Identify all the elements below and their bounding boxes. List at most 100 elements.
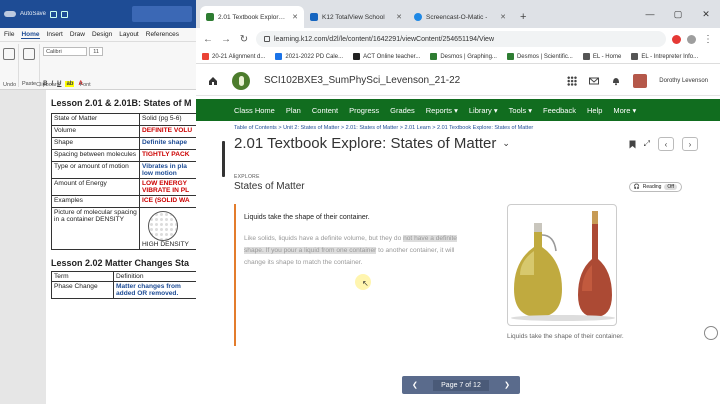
side-panel-toggle[interactable]	[704, 326, 718, 340]
paste-icon[interactable]	[23, 48, 36, 60]
font-name-select[interactable]: Calibri	[43, 47, 88, 56]
home-icon[interactable]	[208, 76, 218, 86]
previous-page-button[interactable]: ❮	[412, 381, 418, 389]
menu-insert[interactable]: Insert	[47, 31, 63, 38]
bookmark-item[interactable]: Desmos | Graphing...	[430, 53, 497, 60]
minimize-icon[interactable]: —	[636, 9, 664, 19]
fullscreen-icon[interactable]: ⤢	[644, 139, 650, 149]
bookmark-item[interactable]: 2021-2022 PD Cale...	[275, 53, 343, 60]
bookmark-item[interactable]: EL - Intrepreter Info...	[631, 53, 698, 60]
tab-textbook-explore[interactable]: 2.01 Textbook Explore: States of ✕	[200, 6, 304, 28]
avatar[interactable]	[633, 73, 648, 88]
row-label: Shape	[51, 137, 140, 150]
row-label: Volume	[51, 125, 140, 138]
bookmark-item[interactable]: Desmos | Scientific...	[506, 53, 573, 60]
tab-screencast[interactable]: Screencast-O-Matic - ✕	[408, 6, 512, 28]
profile-icon[interactable]	[687, 34, 696, 44]
url-field[interactable]: learning.k12.com/d2l/le/content/1642291/…	[256, 31, 666, 47]
nav-help[interactable]: Help	[587, 106, 602, 115]
nav-progress[interactable]: Progress	[349, 106, 379, 115]
save-icon[interactable]	[50, 10, 58, 18]
apps-grid-icon[interactable]	[567, 75, 578, 86]
bookmark-label: Desmos | Graphing...	[440, 53, 497, 60]
close-icon[interactable]: ✕	[292, 13, 298, 21]
undo-icon[interactable]	[61, 10, 69, 18]
nav-tools[interactable]: Tools ▾	[509, 106, 532, 115]
table-row: Picture of molecular spacing in a contai…	[51, 207, 196, 250]
headphones-icon: 🎧	[633, 184, 640, 190]
autosave-toggle[interactable]	[4, 11, 16, 17]
reading-toggle[interactable]: 🎧 Reading Off	[628, 182, 682, 192]
course-title[interactable]: SCI102BXE3_SumPhySci_Levenson_21-22	[264, 75, 460, 86]
row-value: Solid (pg 5-6)	[139, 113, 196, 126]
nav-more[interactable]: More ▾	[613, 106, 636, 115]
nav-library[interactable]: Library ▾	[469, 106, 498, 115]
maximize-icon[interactable]: ▢	[664, 9, 692, 20]
close-window-icon[interactable]: ✕	[692, 9, 720, 20]
text-body[interactable]: Like solids, liquids have a definite vol…	[244, 233, 458, 269]
lesson-1-title: Lesson 2.01 & 2.01B: States of M	[51, 98, 192, 108]
menu-dots-icon[interactable]: ⋮	[702, 34, 714, 45]
phase-change-table: Term Definition Phase Change Matter chan…	[51, 271, 196, 299]
previous-topic-button[interactable]: ‹	[658, 137, 674, 151]
next-page-button[interactable]: ❯	[504, 381, 510, 389]
bookmark-item[interactable]: ACT Online teacher...	[353, 53, 420, 60]
nav-grades[interactable]: Grades	[390, 106, 415, 115]
sidebar-toggle-handle[interactable]	[222, 141, 225, 177]
chevron-down-icon[interactable]: ⌄	[502, 138, 510, 149]
nav-reports[interactable]: Reports ▾	[426, 106, 458, 115]
bookmark-label: EL - Intrepreter Info...	[641, 53, 699, 60]
mail-icon[interactable]	[589, 76, 600, 86]
page-title-text: 2.01 Textbook Explore: States of Matter	[234, 135, 497, 152]
table2-header-definition: Definition	[113, 271, 196, 282]
font-size-select[interactable]: 11	[89, 47, 104, 56]
menu-references[interactable]: References	[146, 31, 179, 38]
extension-icon[interactable]	[672, 34, 681, 44]
bookmark-item[interactable]: 20-21 Alignment d...	[202, 53, 265, 60]
close-icon[interactable]: ✕	[396, 13, 402, 21]
breadcrumb[interactable]: Table of Contents > Unit 2: States of Ma…	[234, 125, 533, 131]
image-caption: Liquids take the shape of their containe…	[507, 333, 624, 340]
next-topic-button[interactable]: ›	[682, 137, 698, 151]
table2-definition: Matter changes from added OR removed.	[113, 281, 196, 299]
bell-icon[interactable]	[611, 76, 621, 86]
tab-title: Screencast-O-Matic -	[426, 13, 488, 21]
undo-icon[interactable]	[3, 48, 15, 60]
forward-icon[interactable]: →	[220, 34, 232, 45]
table-row: Examples ICE (SOLID WA	[51, 195, 196, 208]
row-label: Type or amount of motion	[51, 161, 140, 179]
bookmark-icon[interactable]	[629, 140, 636, 149]
clipboard-group: Paste	[22, 44, 41, 87]
row-label: Spacing between molecules	[51, 149, 140, 162]
document-name-box[interactable]	[132, 6, 192, 22]
user-name[interactable]: Dorothy Levenson	[659, 78, 708, 84]
menu-home[interactable]: Home	[21, 31, 40, 39]
nav-content[interactable]: Content	[312, 106, 338, 115]
page-title: 2.01 Textbook Explore: States of Matter …	[234, 135, 510, 152]
menu-file[interactable]: File	[4, 31, 14, 38]
nav-class-home[interactable]: Class Home	[234, 106, 275, 115]
tab-k12-totalview[interactable]: K12 TotalView School ✕	[304, 6, 408, 28]
menu-layout[interactable]: Layout	[119, 31, 139, 38]
bookmark-label: Desmos | Scientific...	[516, 53, 573, 60]
table2-term: Phase Change	[51, 281, 114, 299]
k12-logo[interactable]	[232, 71, 250, 90]
close-icon[interactable]: ✕	[500, 13, 506, 21]
undo-group-label: Undo	[3, 82, 17, 88]
document-area: Lesson 2.01 & 2.01B: States of M State o…	[0, 90, 196, 404]
new-tab-button[interactable]: +	[512, 6, 534, 28]
bookmark-icon	[430, 53, 438, 60]
explore-label: EXPLORE	[234, 174, 260, 180]
word-title-bar: AutoSave	[0, 0, 196, 28]
clipboard-group-label: Clipboard	[36, 82, 60, 88]
bookmark-item[interactable]: EL - Home	[582, 53, 621, 60]
nav-feedback[interactable]: Feedback	[543, 106, 576, 115]
states-table: State of Matter Solid (pg 5-6) Volume DEFIN…	[51, 113, 196, 250]
page-indicator[interactable]: Page 7 of 12	[433, 379, 489, 391]
back-icon[interactable]: ←	[202, 34, 214, 45]
menu-design[interactable]: Design	[92, 31, 112, 38]
nav-plan[interactable]: Plan	[286, 106, 301, 115]
document-page[interactable]: Lesson 2.01 & 2.01B: States of M State o…	[46, 90, 196, 404]
menu-draw[interactable]: Draw	[70, 31, 85, 38]
reload-icon[interactable]: ↻	[238, 34, 250, 45]
